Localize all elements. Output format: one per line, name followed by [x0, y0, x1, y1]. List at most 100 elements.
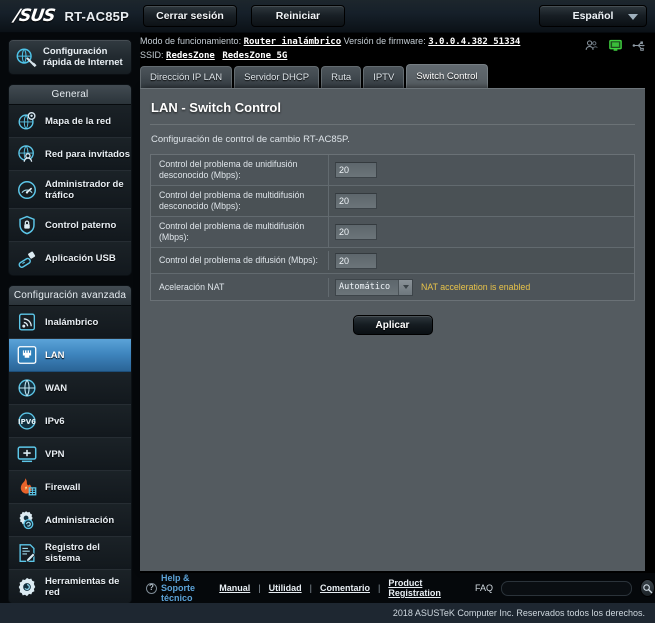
tab-route[interactable]: Ruta	[321, 66, 362, 88]
operation-mode-value[interactable]: Router inalámbrico	[244, 37, 342, 47]
form-label-unknown-multicast: Control del problema de multidifusión de…	[151, 186, 329, 216]
unknown-multicast-storm-control-input[interactable]	[335, 193, 377, 209]
footer-link-feedback[interactable]: Comentario	[320, 583, 370, 593]
footer-link-manual[interactable]: Manual	[219, 583, 250, 593]
sidebar-quick-internet-setup[interactable]: Configuración rápida de Internet	[8, 39, 132, 75]
form-value-nat-acceleration: Automático NAT acceleration is enabled	[329, 276, 634, 299]
sidebar-item-parental-control[interactable]: Control paterno	[9, 209, 131, 242]
ssid-5g-value[interactable]: RedesZone_5G	[222, 51, 287, 61]
multicast-storm-control-input[interactable]	[335, 224, 377, 240]
footer-separator: |	[309, 583, 312, 593]
system-log-icon	[19, 544, 36, 563]
form-label-unknown-unicast: Control del problema de unidifusión desc…	[151, 155, 329, 185]
form-row-multicast: Control del problema de multidifusión (M…	[151, 217, 634, 248]
question-mark-icon: ?	[146, 582, 157, 594]
sidebar-item-traffic-manager[interactable]: Administrador de tráfico	[9, 171, 131, 209]
switch-control-form: Control del problema de unidifusión desc…	[150, 154, 635, 301]
network-map-icon	[18, 111, 36, 130]
sidebar-item-parental-control-label: Control paterno	[45, 219, 117, 231]
form-row-unknown-unicast: Control del problema de unidifusión desc…	[151, 155, 634, 186]
traffic-manager-icon	[18, 180, 36, 199]
content-panel: LAN - Switch Control Configuración de co…	[140, 88, 645, 571]
reboot-button[interactable]: Reiniciar	[250, 5, 345, 27]
firmware-version-value[interactable]: 3.0.0.4.382_51334	[428, 37, 520, 47]
sidebar-item-usb-application[interactable]: Aplicación USB	[9, 242, 131, 275]
broadcast-storm-control-input[interactable]	[335, 252, 377, 269]
form-value-broadcast	[329, 250, 634, 272]
svg-text:IPV6: IPV6	[18, 418, 36, 426]
sidebar-item-wan[interactable]: WAN	[9, 372, 131, 405]
form-row-unknown-multicast: Control del problema de multidifusión de…	[151, 186, 634, 217]
sidebar-item-usb-application-label: Aplicación USB	[45, 253, 116, 264]
sidebar-item-guest-network-label: Red para invitados	[45, 148, 130, 160]
unknown-unicast-storm-control-input[interactable]	[335, 162, 377, 178]
monitor-icon[interactable]	[608, 38, 623, 53]
sidebar-item-firewall[interactable]: Firewall	[9, 471, 131, 504]
sidebar-item-administration-label: Administración	[45, 514, 115, 526]
clients-icon[interactable]	[584, 38, 599, 53]
top-header-bar: /SUS RT-AC85P Cerrar sesión Reiniciar Es…	[0, 0, 655, 33]
sidebar-group-advanced: Configuración avanzada Inalámbrico LAN W…	[8, 285, 132, 604]
footer-separator: |	[258, 583, 261, 593]
sidebar-item-firewall-label: Firewall	[45, 481, 81, 493]
sidebar-item-network-tools[interactable]: Herramientas de red	[9, 570, 131, 603]
usb-icon[interactable]	[632, 38, 647, 53]
wan-icon	[18, 379, 36, 397]
logout-button[interactable]: Cerrar sesión	[142, 5, 237, 27]
asus-logo: /SUS	[12, 6, 56, 26]
form-row-broadcast: Control del problema de difusión (Mbps):	[151, 248, 634, 274]
help-support-link[interactable]: ? Help & Soporte técnico	[146, 573, 211, 603]
apply-button[interactable]: Aplicar	[352, 315, 433, 335]
faq-search-input[interactable]	[500, 580, 632, 596]
sidebar-group-advanced-title: Configuración avanzada	[9, 286, 131, 306]
form-row-nat-acceleration: Aceleración NAT Automático NAT accelerat…	[151, 274, 634, 300]
network-tools-icon	[18, 577, 36, 596]
form-value-unknown-multicast	[329, 190, 634, 212]
sidebar-item-guest-network[interactable]: Red para invitados	[9, 138, 131, 171]
nat-acceleration-select[interactable]: Automático	[335, 278, 413, 296]
router-model-label: RT-AC85P	[64, 8, 129, 24]
tab-lan-ip[interactable]: Dirección IP LAN	[140, 66, 233, 88]
tab-iptv[interactable]: IPTV	[363, 66, 405, 88]
form-label-nat-acceleration: Aceleración NAT	[151, 277, 329, 297]
footer-link-product-registration[interactable]: Product Registration	[388, 578, 461, 598]
router-info-strip: Modo de funcionamiento: Router inalámbri…	[140, 33, 655, 61]
sidebar-item-system-log[interactable]: Registro del sistema	[9, 537, 131, 570]
tab-switch-control[interactable]: Switch Control	[406, 64, 488, 88]
footer-bar: ? Help & Soporte técnico Manual | Utilid…	[140, 573, 655, 603]
sidebar-item-wireless[interactable]: Inalámbrico	[9, 306, 131, 339]
footer-link-utility[interactable]: Utilidad	[269, 583, 302, 593]
firmware-version-label: Versión de firmware:	[343, 36, 426, 46]
sidebar-item-lan-label: LAN	[45, 349, 65, 361]
sidebar-item-vpn-label: VPN	[45, 448, 65, 460]
sidebar-item-lan[interactable]: LAN	[9, 339, 131, 372]
page-title: LAN - Switch Control	[151, 100, 281, 115]
ssid-24g-value[interactable]: RedesZone	[166, 51, 215, 61]
lan-icon	[17, 346, 37, 364]
sidebar-item-network-map-label: Mapa de la red	[45, 115, 111, 127]
sidebar-item-administration[interactable]: Administración	[9, 504, 131, 537]
sidebar-item-ipv6[interactable]: IPV6 IPv6	[9, 405, 131, 438]
router-admin-page: /SUS RT-AC85P Cerrar sesión Reiniciar Es…	[0, 0, 655, 623]
sidebar-item-wan-label: WAN	[45, 382, 68, 394]
sidebar-item-vpn[interactable]: VPN	[9, 438, 131, 471]
ipv6-icon: IPV6	[18, 412, 36, 430]
quick-setup-icon	[16, 48, 37, 68]
wireless-icon	[18, 313, 36, 331]
tab-dhcp-server[interactable]: Servidor DHCP	[234, 66, 320, 88]
form-label-broadcast: Control del problema de difusión (Mbps):	[151, 251, 329, 270]
parental-control-icon	[19, 215, 35, 235]
sidebar-item-network-map[interactable]: Mapa de la red	[9, 105, 131, 138]
sidebar-item-ipv6-label: IPv6	[45, 415, 65, 427]
status-icons-group	[584, 38, 647, 53]
firewall-icon	[20, 478, 37, 496]
faq-search-button[interactable]	[639, 579, 655, 597]
chevron-down-icon	[628, 14, 638, 20]
language-selector[interactable]: Español	[539, 5, 647, 27]
sidebar-item-traffic-manager-label: Administrador de tráfico	[45, 178, 124, 201]
sidebar-quick-internet-setup-label: Configuración rápida de Internet	[43, 45, 123, 69]
sidebar-item-wireless-label: Inalámbrico	[45, 316, 99, 328]
usb-application-icon	[18, 251, 36, 268]
sidebar-item-network-tools-label: Herramientas de red	[45, 575, 120, 598]
faq-label: FAQ	[474, 583, 493, 593]
